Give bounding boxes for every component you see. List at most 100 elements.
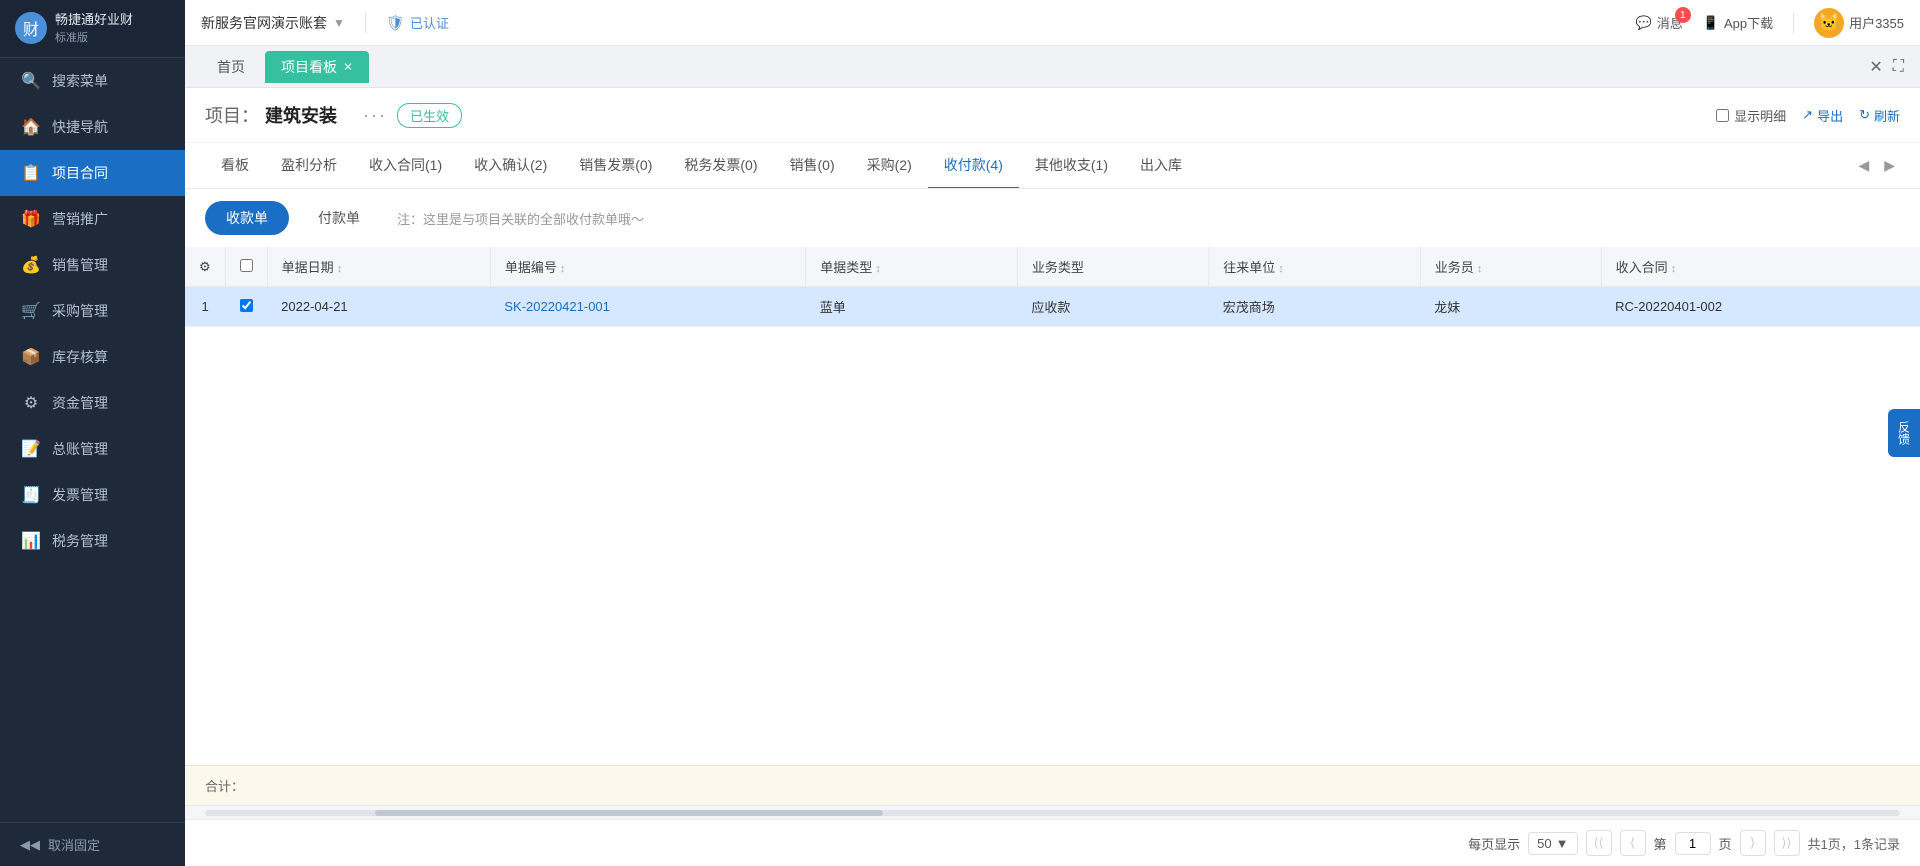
row-check[interactable] [225,287,267,327]
tab-home[interactable]: 首页 [201,51,261,83]
project-more-button[interactable]: ··· [363,105,387,126]
invoice-icon: 🧾 [20,485,42,505]
subtab-income-confirm[interactable]: 收入确认(2) [458,143,563,189]
subtab-income-contract[interactable]: 收入合同(1) [353,143,458,189]
sidebar-item-tax[interactable]: 📊 税务管理 [0,518,185,564]
table-body: 1 2022-04-21 SK-20220421-001 蓝单 应收款 宏茂商场… [185,287,1920,327]
close-window-button[interactable]: ✕ [1869,57,1882,77]
table-row[interactable]: 1 2022-04-21 SK-20220421-001 蓝单 应收款 宏茂商场… [185,287,1920,327]
row-number-link[interactable]: SK-20220421-001 [504,299,610,314]
certified-label: 已认证 [410,13,449,32]
sidebar-item-label: 销售管理 [52,255,108,275]
prev-page-button[interactable]: ⟨ [1620,830,1646,856]
unpin-button[interactable]: ◀◀ 取消固定 [0,822,185,866]
subtab-sales-invoice[interactable]: 销售发票(0) [563,143,668,189]
row-income-contract: RC-20220401-002 [1601,287,1920,327]
column-gear[interactable]: ⚙ [185,247,225,287]
first-page-button[interactable]: ⟨⟨ [1586,830,1612,856]
sidebar-item-purchase[interactable]: 🛒 采购管理 [0,288,185,334]
column-check[interactable] [225,247,267,287]
user-label: 用户3355 [1849,13,1904,32]
show-detail-checkbox[interactable]: 显示明细 [1716,106,1786,125]
per-page-dropdown-icon: ▼ [1556,836,1569,851]
show-detail-input[interactable] [1716,109,1729,122]
sidebar-item-marketing[interactable]: 🎁 营销推广 [0,196,185,242]
project-actions: 显示明细 ↗ 导出 ↻ 刷新 [1716,106,1900,125]
subtab-prev-button[interactable]: ◀ [1853,152,1874,179]
sidebar-item-contract[interactable]: 📋 项目合同 [0,150,185,196]
inner-tab-payment[interactable]: 付款单 [297,201,381,235]
messages-button[interactable]: 💬 消息 1 [1636,13,1683,32]
subtabs: 看板 盈利分析 收入合同(1) 收入确认(2) 销售发票(0) 税务发票(0) … [185,143,1920,189]
account-name: 新服务官网演示账套 [201,13,327,33]
column-income-contract[interactable]: 收入合同 [1601,247,1920,287]
page-input[interactable] [1675,832,1711,855]
refresh-button[interactable]: ↻ 刷新 [1859,106,1900,125]
account-selector[interactable]: 新服务官网演示账套 ▼ [201,13,345,33]
sidebar-item-search[interactable]: 🔍 搜索菜单 [0,58,185,104]
subtab-purchase[interactable]: 采购(2) [851,143,928,189]
project-name: 建筑安装 [265,102,337,128]
subtab-board[interactable]: 看板 [205,143,265,189]
mobile-icon: 📱 [1703,15,1719,31]
column-salesperson[interactable]: 业务员 [1420,247,1601,287]
export-button[interactable]: ↗ 导出 [1802,106,1843,125]
column-date[interactable]: 单据日期 [267,247,490,287]
tab-close-icon[interactable]: ✕ [343,60,353,74]
row-index: 1 [185,287,225,327]
inner-tab-receipt[interactable]: 收款单 [205,201,289,235]
sidebar-item-sales[interactable]: 💰 销售管理 [0,242,185,288]
per-page-selector[interactable]: 50 ▼ [1528,832,1577,855]
last-page-button[interactable]: ⟩⟩ [1774,830,1800,856]
column-type[interactable]: 单据类型 [806,247,1018,287]
capital-icon: ⚙ [20,393,42,413]
app-download-label: App下载 [1724,13,1773,32]
scrollbar-thumb[interactable] [375,810,884,816]
row-biz-type: 应收款 [1017,287,1208,327]
maximize-window-button[interactable]: ⛶ [1893,58,1904,76]
ledger-icon: 📝 [20,439,42,459]
sidebar-item-label: 资金管理 [52,393,108,413]
scrollbar-track [205,810,1900,816]
sidebar-item-nav[interactable]: 🏠 快捷导航 [0,104,185,150]
subtab-receipt[interactable]: 收付款(4) [928,143,1019,189]
sales-icon: 💰 [20,255,42,275]
subtab-tax-invoice[interactable]: 税务发票(0) [668,143,773,189]
row-checkbox[interactable] [240,299,253,312]
export-icon: ↗ [1802,107,1813,123]
topbar-right: 💬 消息 1 📱 App下载 🐱 用户3355 [1636,8,1904,38]
subtab-sales[interactable]: 销售(0) [774,143,851,189]
sidebar-item-inventory[interactable]: 📦 库存核算 [0,334,185,380]
column-number[interactable]: 单据编号 [490,247,805,287]
sidebar-item-capital[interactable]: ⚙ 资金管理 [0,380,185,426]
message-icon: 💬 [1636,15,1652,31]
tabbar: 首页 项目看板 ✕ ✕ ⛶ [185,46,1920,88]
app-download-button[interactable]: 📱 App下载 [1703,13,1773,32]
user-menu[interactable]: 🐱 用户3355 [1814,8,1904,38]
project-header: 项目： 建筑安装 ··· 已生效 显示明细 ↗ 导出 ↻ 刷新 [185,88,1920,143]
table-scrollbar[interactable] [185,805,1920,819]
row-number[interactable]: SK-20220421-001 [490,287,805,327]
column-biz-type[interactable]: 业务类型 [1017,247,1208,287]
subtab-other-expense[interactable]: 其他收支(1) [1019,143,1124,189]
data-table: ⚙ 单据日期 单据编号 单据类型 业务类型 往来单位 业务员 收入合同 [185,247,1920,327]
table-header-row: ⚙ 单据日期 单据编号 单据类型 业务类型 往来单位 业务员 收入合同 [185,247,1920,287]
next-page-button[interactable]: ⟩ [1740,830,1766,856]
project-status-badge: 已生效 [397,103,462,128]
subtab-profit[interactable]: 盈利分析 [265,143,353,189]
select-all-checkbox[interactable] [240,259,253,272]
subtab-nav: ◀ ▶ [1853,152,1900,179]
sidebar-item-ledger[interactable]: 📝 总账管理 [0,426,185,472]
subtab-in-out[interactable]: 出入库 [1124,143,1198,189]
feedback-button[interactable]: 反馈 [1888,409,1920,457]
sidebar-item-label: 库存核算 [52,347,108,367]
window-controls: ✕ ⛶ [1869,57,1904,77]
logo-text: 畅捷通好业财 标准版 [55,12,133,45]
main-area: 新服务官网演示账套 ▼ 🛡 已认证 💬 消息 1 📱 App下载 🐱 用户335… [185,0,1920,866]
subtab-next-button[interactable]: ▶ [1879,152,1900,179]
sidebar-item-invoice[interactable]: 🧾 发票管理 [0,472,185,518]
column-partner[interactable]: 往来单位 [1209,247,1421,287]
search-icon: 🔍 [20,71,42,91]
tab-project-board[interactable]: 项目看板 ✕ [265,51,369,83]
content-area: 项目： 建筑安装 ··· 已生效 显示明细 ↗ 导出 ↻ 刷新 [185,88,1920,866]
